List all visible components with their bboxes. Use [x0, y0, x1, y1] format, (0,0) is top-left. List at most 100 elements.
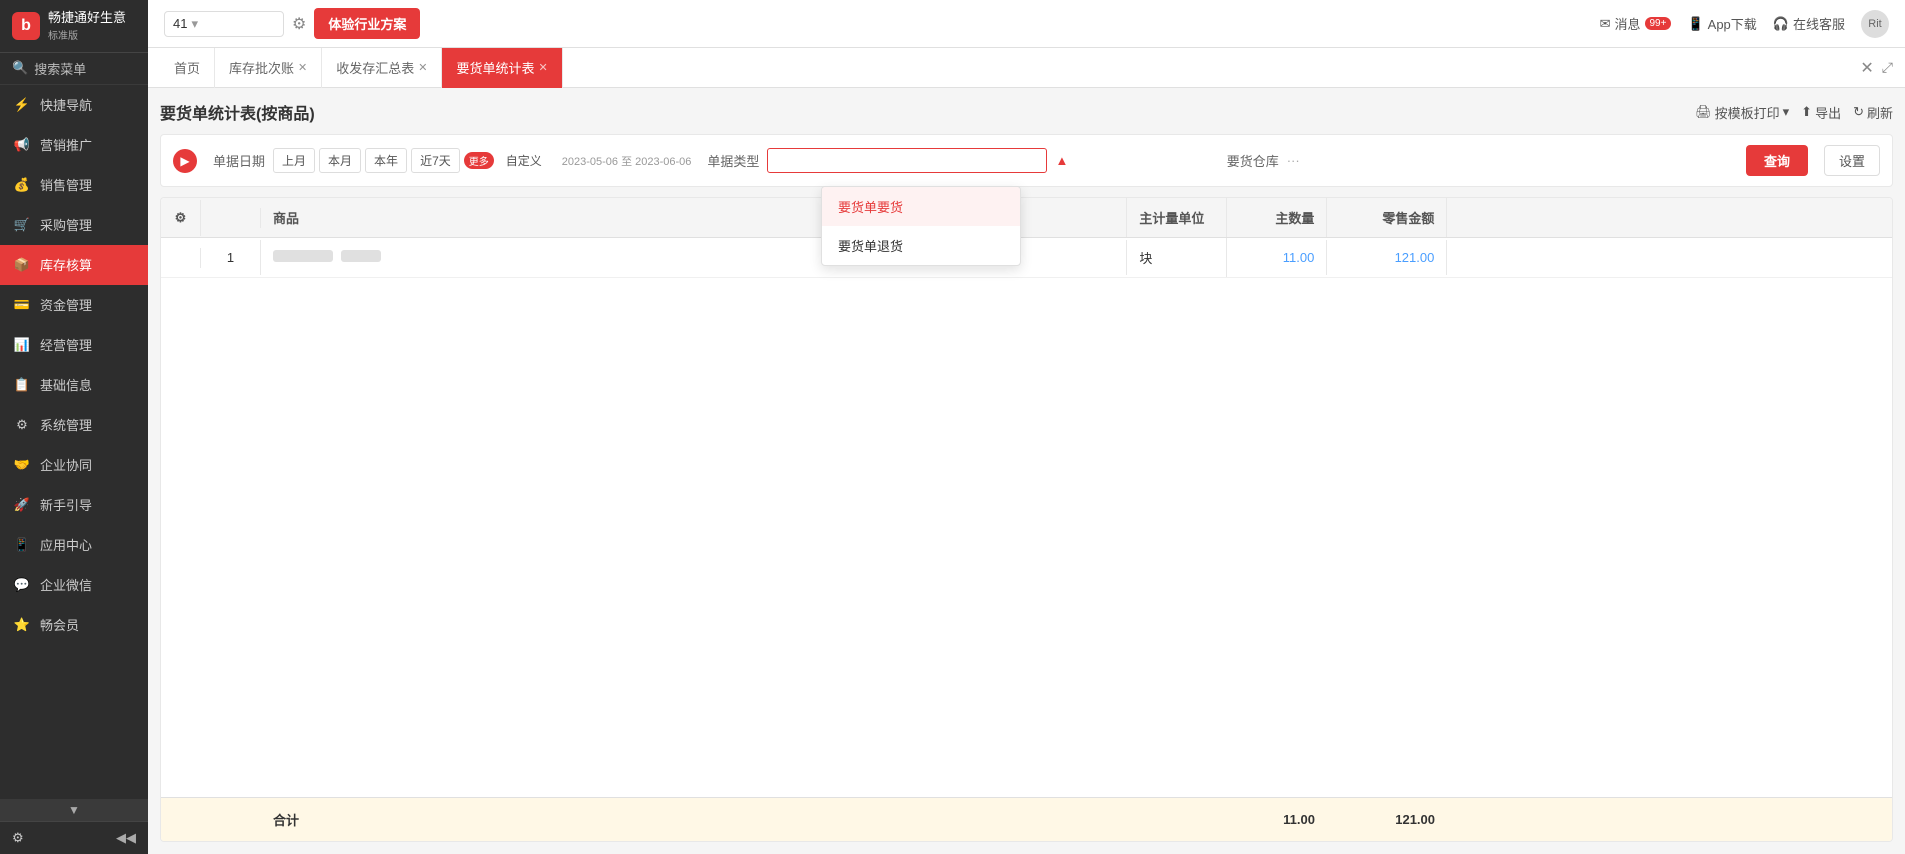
- app-download-label: App下载: [1708, 14, 1757, 33]
- sidebar-item-member[interactable]: ⭐ 畅会员: [0, 605, 148, 645]
- store-dropdown-icon: ▾: [191, 16, 198, 32]
- coop-icon: 🤝: [12, 455, 32, 475]
- date-buttons: 上月 本月 本年 近7天 更多 自定义: [273, 148, 550, 173]
- col-unit-header: 主计量单位: [1127, 198, 1227, 237]
- filter-expand-btn[interactable]: ▶: [173, 149, 197, 173]
- row-no: 1: [201, 240, 261, 275]
- col-no-header: [201, 208, 261, 228]
- row-amount-link[interactable]: 121.00: [1395, 250, 1435, 265]
- sidebar-logo: b 畅捷通好生意 标准版: [0, 0, 148, 53]
- sidebar-item-sales[interactable]: 💰 销售管理: [0, 165, 148, 205]
- app-logo-icon: b: [12, 12, 40, 40]
- tab-maximize-icon[interactable]: ⤢: [1882, 59, 1893, 76]
- export-label: 导出: [1815, 103, 1841, 122]
- finance-icon: 💳: [12, 295, 32, 315]
- filter-warehouse-more[interactable]: ···: [1287, 153, 1300, 168]
- tab-recv-summary-close[interactable]: ✕: [418, 61, 427, 74]
- sidebar-collapse-btn[interactable]: ◀◀: [116, 830, 136, 846]
- tab-inventory-batch-close[interactable]: ✕: [298, 61, 307, 74]
- sidebar-item-marketing[interactable]: 📢 营销推广: [0, 125, 148, 165]
- footer-settings: [161, 816, 201, 824]
- filter-date-label: 单据日期: [213, 151, 265, 170]
- sidebar-item-basic-info[interactable]: 📋 基础信息: [0, 365, 148, 405]
- sidebar-item-quick-nav[interactable]: ⚡ 快捷导航: [0, 85, 148, 125]
- date-btn-year[interactable]: 本年: [365, 148, 407, 173]
- col-qty-header: 主数量: [1227, 198, 1327, 237]
- dropdown-item-order-goods[interactable]: 要货单要货: [822, 187, 1020, 226]
- sidebar-item-purchase[interactable]: 🛒 采购管理: [0, 205, 148, 245]
- settings-icon[interactable]: ⚙: [12, 830, 24, 846]
- setting-button[interactable]: 设置: [1824, 145, 1880, 176]
- tab-inventory-batch[interactable]: 库存批次账 ✕: [215, 48, 322, 88]
- page-content: 要货单统计表(按商品) 🖨 按模板打印 ▾ ⬆ 导出 ↻ 刷新 ▶: [148, 88, 1905, 854]
- app-edition: 标准版: [48, 27, 126, 42]
- sidebar-item-label: 企业协同: [40, 455, 92, 474]
- filter-type-input[interactable]: [767, 148, 1047, 173]
- sidebar-item-label: 快捷导航: [40, 95, 92, 114]
- sidebar-item-finance[interactable]: 💳 资金管理: [0, 285, 148, 325]
- user-avatar-group[interactable]: Rit: [1861, 10, 1889, 38]
- settings-gear-icon[interactable]: ⚙: [292, 14, 306, 34]
- mobile-icon: 📱: [1687, 16, 1703, 32]
- member-icon: ⭐: [12, 615, 32, 635]
- query-button[interactable]: 查询: [1746, 145, 1808, 176]
- table-footer: 合计 11.00 121.00: [161, 797, 1892, 841]
- sidebar-item-label: 应用中心: [40, 535, 92, 554]
- row-rest: [1447, 248, 1892, 268]
- sidebar-search[interactable]: 🔍 搜索菜单: [0, 53, 148, 85]
- sidebar-item-wechat[interactable]: 💬 企业微信: [0, 565, 148, 605]
- sidebar-item-label: 采购管理: [40, 215, 92, 234]
- tab-home[interactable]: 首页: [160, 48, 215, 88]
- tab-close-all-icon[interactable]: ✕: [1860, 58, 1873, 78]
- print-icon: 🖨: [1695, 104, 1712, 120]
- sidebar-item-inventory[interactable]: 📦 库存核算: [0, 245, 148, 285]
- wechat-icon: 💬: [12, 575, 32, 595]
- tab-order-summary-label: 要货单统计表: [456, 58, 534, 77]
- refresh-btn[interactable]: ↻ 刷新: [1853, 103, 1893, 122]
- quick-nav-icon: ⚡: [12, 95, 32, 115]
- tab-recv-summary-label: 收发存汇总表: [336, 58, 414, 77]
- row-qty-link[interactable]: 11.00: [1283, 250, 1315, 265]
- footer-no: [201, 816, 261, 824]
- sidebar-bottom: ⚙ ◀◀: [0, 821, 148, 854]
- sidebar-item-guide[interactable]: 🚀 新手引导: [0, 485, 148, 525]
- date-more-badge[interactable]: 更多: [464, 152, 494, 169]
- store-selector[interactable]: 41 ▾: [164, 11, 284, 37]
- app-download-group[interactable]: 📱 App下载: [1687, 14, 1756, 33]
- trial-industry-btn[interactable]: 体验行业方案: [314, 8, 420, 39]
- date-btn-this[interactable]: 本月: [319, 148, 361, 173]
- tab-recv-summary[interactable]: 收发存汇总表 ✕: [322, 48, 442, 88]
- sidebar-item-coop[interactable]: 🤝 企业协同: [0, 445, 148, 485]
- footer-amount: 121.00: [1327, 808, 1447, 831]
- topbar-left: 41 ▾ ⚙ 体验行业方案: [164, 8, 1588, 39]
- col-settings-header[interactable]: ⚙: [161, 200, 201, 236]
- headset-icon: 🎧: [1773, 16, 1789, 32]
- page-title: 要货单统计表(按商品): [160, 100, 315, 124]
- date-btn-up[interactable]: 上月: [273, 148, 315, 173]
- sidebar-item-system[interactable]: ⚙ 系统管理: [0, 405, 148, 445]
- footer-rest: [1447, 816, 1892, 824]
- marketing-icon: 📢: [12, 135, 32, 155]
- date-custom-btn[interactable]: 自定义: [498, 149, 550, 172]
- sidebar-item-operations[interactable]: 📊 经营管理: [0, 325, 148, 365]
- footer-label: 合计: [261, 806, 1127, 833]
- export-btn[interactable]: ⬆ 导出: [1801, 103, 1841, 122]
- filter-type-dropdown-icon[interactable]: ▲: [1055, 153, 1068, 168]
- table-row: 1 块 11.00 121.00: [161, 238, 1892, 278]
- notification-group[interactable]: ✉ 消息 99+: [1600, 14, 1672, 33]
- sidebar-scroll-down[interactable]: ▼: [0, 799, 148, 821]
- sidebar-item-label: 销售管理: [40, 175, 92, 194]
- footer-unit: [1127, 816, 1227, 824]
- online-service-group[interactable]: 🎧 在线客服: [1773, 14, 1845, 33]
- dropdown-item-order-return[interactable]: 要货单退货: [822, 226, 1020, 265]
- tab-order-summary-close[interactable]: ✕: [539, 61, 548, 74]
- tab-order-summary[interactable]: 要货单统计表 ✕: [442, 48, 562, 88]
- notification-icon: ✉: [1600, 16, 1611, 32]
- user-avatar: Rit: [1861, 10, 1889, 38]
- date-btn-recent7[interactable]: 近7天: [411, 148, 460, 173]
- table-body: 1 块 11.00 121.00: [161, 238, 1892, 797]
- filter-warehouse-group: 要货仓库 ···: [1227, 151, 1730, 170]
- sidebar-item-app-center[interactable]: 📱 应用中心: [0, 525, 148, 565]
- print-template-btn[interactable]: 🖨 按模板打印 ▾: [1695, 103, 1789, 122]
- sidebar-item-label: 库存核算: [40, 255, 92, 274]
